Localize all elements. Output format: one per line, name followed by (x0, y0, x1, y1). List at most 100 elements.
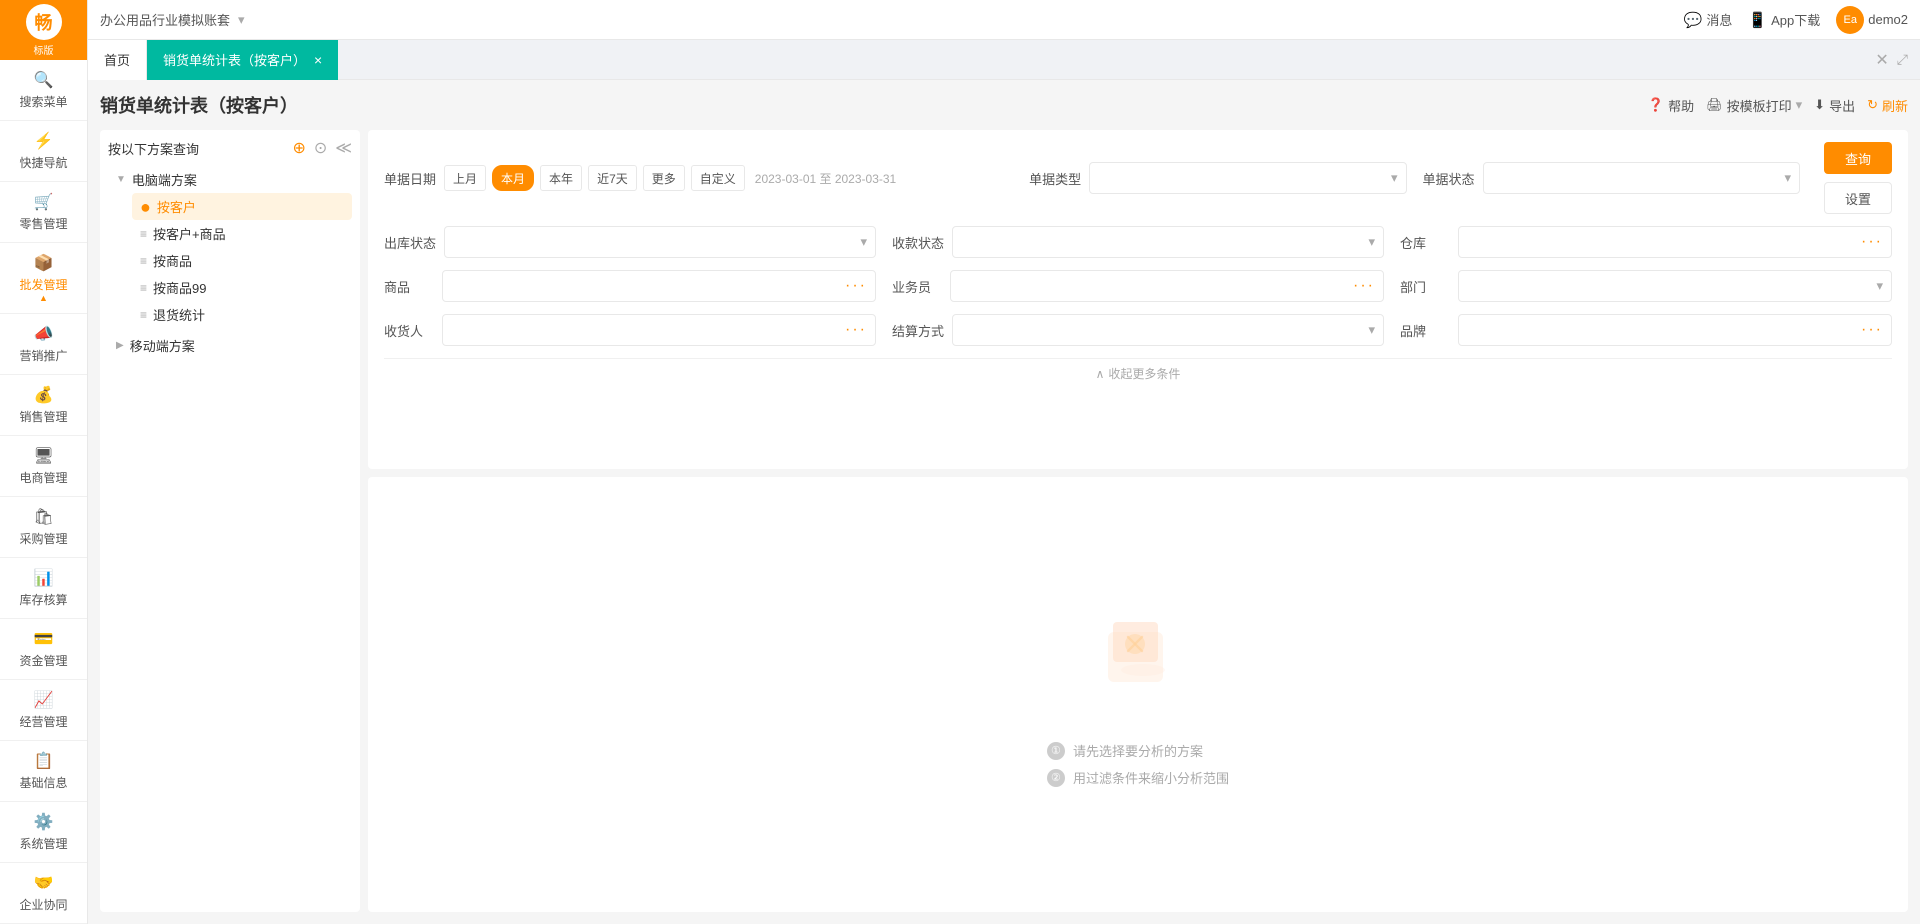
settlement-input[interactable]: ▾ (952, 314, 1384, 346)
add-scheme-icon[interactable]: ⊕ (292, 138, 305, 158)
date-btn-more[interactable]: 更多 (643, 165, 685, 191)
export-btn[interactable]: ⬇ 导出 (1814, 96, 1855, 115)
sidebar: 畅 标版 🔍 搜索菜单 ⚡ 快捷导航 🛒 零售管理 📦 批发管理 ▲ 📣 营销推… (0, 0, 88, 924)
sidebar-item-label: 电商管理 (19, 469, 67, 486)
tab-active[interactable]: 销货单统计表（按客户） × (147, 40, 338, 80)
collapse-up-icon: ∧ (1096, 367, 1105, 381)
header-left: 办公用品行业模拟账套 ▾ (100, 10, 245, 29)
payment-status-input[interactable]: ▾ (952, 226, 1384, 258)
goods-dots: ··· (845, 277, 867, 295)
help-btn[interactable]: ❓ 帮助 (1648, 96, 1694, 115)
messages-btn[interactable]: 💬 消息 (1684, 10, 1733, 29)
tip-num-2: ② (1047, 769, 1065, 787)
order-type-input[interactable]: ▾ (1089, 162, 1406, 194)
warehouse-input[interactable]: ··· (1458, 226, 1892, 258)
filter-field-salesperson: 业务员 ··· (892, 270, 1384, 302)
print-btn[interactable]: 🖨 按模板打印 ▾ (1706, 96, 1802, 115)
sidebar-item-enterprise[interactable]: 🤝 企业协同 (0, 863, 87, 924)
tip-text-2: 用过滤条件来缩小分析范围 (1073, 768, 1229, 787)
avatar: Ea (1836, 6, 1864, 34)
tree-arrow-icon: ▼ (116, 174, 126, 185)
app-download-btn[interactable]: 📱 App下载 (1748, 10, 1820, 29)
tree-item-by-customer[interactable]: ● 按客户 (132, 193, 352, 220)
collapse-bar[interactable]: ∧ 收起更多条件 (384, 358, 1892, 388)
filter-sidebar-title: 按以下方案查询 (108, 139, 199, 158)
tree-item-label: 退货统计 (153, 305, 205, 324)
filter-field-warehouse: 仓库 ··· (1400, 226, 1892, 258)
sidebar-item-sales[interactable]: 💰 销售管理 (0, 375, 87, 436)
tab-close-icon[interactable]: × (314, 52, 322, 68)
sidebar-item-operations[interactable]: 📈 经营管理 (0, 680, 87, 741)
window-close-icon[interactable]: ✕ (1875, 50, 1888, 70)
sidebar-item-marketing[interactable]: 📣 营销推广 (0, 314, 87, 375)
top-header: 办公用品行业模拟账套 ▾ 💬 消息 📱 App下载 Ea demo2 (88, 0, 1920, 40)
setting-btn[interactable]: 设置 (1824, 182, 1892, 214)
collapse-sidebar-icon[interactable]: ≪ (335, 138, 352, 158)
filter-field-order-type: 单据类型 ▾ (1029, 162, 1406, 194)
sidebar-item-retail[interactable]: 🛒 零售管理 (0, 182, 87, 243)
dept-input[interactable]: ▾ (1458, 270, 1892, 302)
receiver-input[interactable]: ··· (442, 314, 876, 346)
sidebar-item-inventory[interactable]: 📊 库存核算 (0, 558, 87, 619)
query-btn[interactable]: 查询 (1824, 142, 1892, 174)
date-btn-this-month[interactable]: 本月 (492, 165, 534, 191)
sidebar-item-finance[interactable]: 💳 资金管理 (0, 619, 87, 680)
filter-field-outbound: 出库状态 ▾ (384, 226, 876, 258)
user-profile[interactable]: Ea demo2 (1836, 6, 1908, 34)
page-title-bar: 销货单统计表（按客户） ❓ 帮助 🖨 按模板打印 ▾ ⬇ 导出 ↻ 刷新 (100, 92, 1908, 118)
salesperson-input[interactable]: ··· (950, 270, 1384, 302)
outbound-input[interactable]: ▾ (444, 226, 876, 258)
settings-icon[interactable]: ⊙ (314, 138, 327, 158)
refresh-btn[interactable]: ↻ 刷新 (1867, 96, 1908, 115)
date-range: 2023-03-01 至 2023-03-31 (755, 170, 896, 187)
page-title: 销货单统计表（按客户） (100, 92, 298, 118)
date-btn-7days[interactable]: 近7天 (588, 165, 637, 191)
order-status-input[interactable]: ▾ (1483, 162, 1800, 194)
help-label: 帮助 (1668, 96, 1694, 115)
sidebar-item-ecommerce[interactable]: 🖥 电商管理 (0, 436, 87, 497)
filter-row-2: 出库状态 ▾ 收款状态 ▾ (384, 226, 1892, 258)
filter-sidebar: 按以下方案查询 ⊕ ⊙ ≪ ▼ 电脑端方案 ● 按客 (100, 130, 360, 912)
sidebar-item-label: 企业协同 (19, 896, 67, 913)
date-btn-this-year[interactable]: 本年 (540, 165, 582, 191)
order-status-chevron-icon: ▾ (1784, 170, 1791, 186)
logo-icon: 畅 (26, 4, 62, 40)
sidebar-item-search-menu[interactable]: 🔍 搜索菜单 (0, 60, 87, 121)
sidebar-item-basic[interactable]: 📋 基础信息 (0, 741, 87, 802)
date-btn-last-month[interactable]: 上月 (444, 165, 486, 191)
print-chevron-icon: ▾ (1796, 97, 1803, 113)
sidebar-item-label: 批发管理 (19, 276, 67, 293)
logo-subtext: 标版 (34, 42, 54, 57)
window-maximize-icon[interactable]: ⤢ (1897, 51, 1908, 68)
sidebar-item-purchase[interactable]: 🛍 采购管理 (0, 497, 87, 558)
sidebar-item-quick-nav[interactable]: ⚡ 快捷导航 (0, 121, 87, 182)
sidebar-menu: 🔍 搜索菜单 ⚡ 快捷导航 🛒 零售管理 📦 批发管理 ▲ 📣 营销推广 💰 销… (0, 60, 87, 924)
full-filter-panel: 单据日期 上月 本月 本年 近7天 更多 自定义 2023-03-01 至 20… (368, 130, 1908, 912)
tree-item-by-customer-goods[interactable]: ≡ 按客户+商品 (132, 220, 352, 247)
brand-input[interactable]: ··· (1458, 314, 1892, 346)
tree-item-by-goods-99[interactable]: ≡ 按商品99 (132, 274, 352, 301)
tab-home[interactable]: 首页 (88, 40, 147, 80)
salesperson-dots: ··· (1353, 277, 1375, 295)
payment-status-label: 收款状态 (892, 233, 944, 252)
message-icon: 💬 (1684, 11, 1703, 29)
sidebar-item-system[interactable]: ⚙️ 系统管理 (0, 802, 87, 863)
tree-desktop-parent[interactable]: ▼ 电脑端方案 (108, 166, 352, 193)
username: demo2 (1868, 12, 1908, 27)
dropdown-chevron-icon[interactable]: ▾ (238, 12, 245, 28)
sidebar-item-wholesale[interactable]: 📦 批发管理 ▲ (0, 243, 87, 314)
payment-status-chevron-icon: ▾ (1368, 234, 1375, 250)
tab-maximize-btns: ✕ ⤢ (1863, 40, 1920, 80)
filter-container: 按以下方案查询 ⊕ ⊙ ≪ ▼ 电脑端方案 ● 按客 (100, 130, 1908, 912)
tree-item-return-stats[interactable]: ≡ 退货统计 (132, 301, 352, 328)
goods-input[interactable]: ··· (442, 270, 876, 302)
date-controls: 上月 本月 本年 近7天 更多 自定义 2023-03-01 至 2023-03… (444, 165, 1013, 191)
date-btn-custom[interactable]: 自定义 (691, 165, 745, 191)
filter-sidebar-icons: ⊕ ⊙ ≪ (292, 138, 352, 158)
tree-item-by-goods[interactable]: ≡ 按商品 (132, 247, 352, 274)
empty-icon (1088, 602, 1188, 721)
tree-mobile-parent[interactable]: ▶ 移动端方案 (108, 332, 352, 359)
settlement-chevron-icon: ▾ (1368, 322, 1375, 338)
sidebar-item-label: 搜索菜单 (19, 93, 67, 110)
tree-mobile-arrow-icon: ▶ (116, 340, 124, 351)
